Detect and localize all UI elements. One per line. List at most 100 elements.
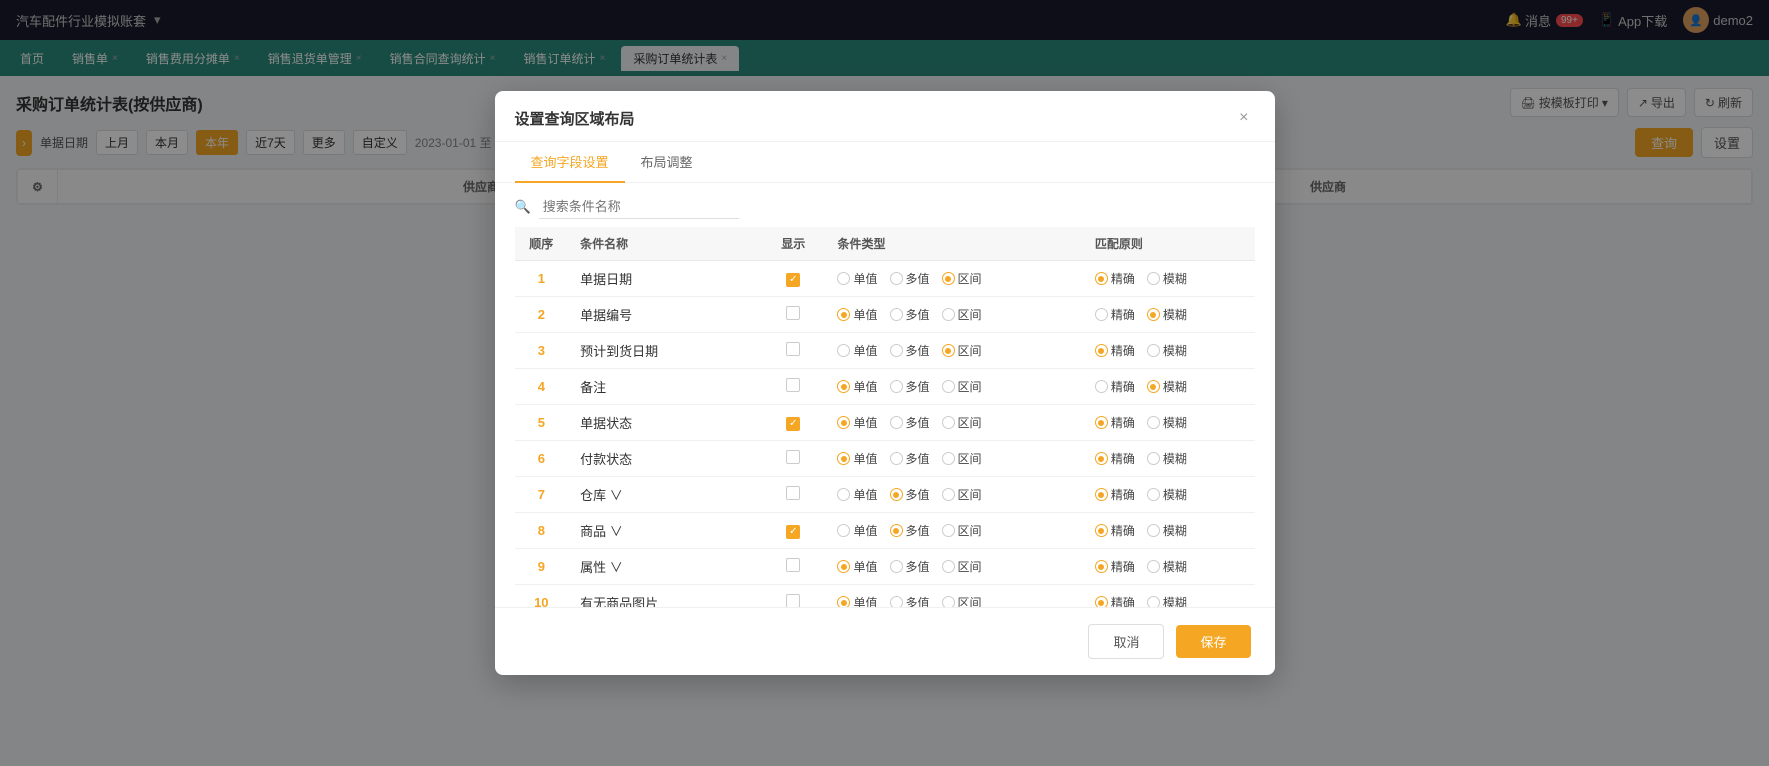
match-radio-精确[interactable]: 精确 xyxy=(1095,342,1135,359)
match-radio-模糊[interactable]: 模糊 xyxy=(1147,486,1187,503)
match-radio-模糊[interactable]: 模糊 xyxy=(1147,450,1187,467)
radio-circle xyxy=(942,524,955,537)
type-radio-单值[interactable]: 单值 xyxy=(837,306,877,323)
match-radio-精确[interactable]: 精确 xyxy=(1095,414,1135,431)
type-radio-区间[interactable]: 区间 xyxy=(942,522,982,539)
search-input[interactable] xyxy=(539,195,739,219)
match-radio-模糊[interactable]: 模糊 xyxy=(1147,378,1187,395)
row-display[interactable]: ✓ xyxy=(761,261,825,297)
type-radio-单值[interactable]: 单值 xyxy=(837,342,877,359)
row-type[interactable]: 单值多值区间 xyxy=(825,585,1082,608)
match-radio-模糊[interactable]: 模糊 xyxy=(1147,342,1187,359)
row-display[interactable]: ✓ xyxy=(761,513,825,549)
type-radio-多值[interactable]: 多值 xyxy=(890,594,930,607)
dialog-table: 顺序 条件名称 显示 条件类型 匹配原则 1单据日期✓单值多值区间精确模糊2单据… xyxy=(515,227,1255,607)
cancel-button[interactable]: 取消 xyxy=(1088,624,1164,659)
type-radio-多值[interactable]: 多值 xyxy=(890,378,930,395)
match-radio-精确[interactable]: 精确 xyxy=(1095,558,1135,575)
row-type[interactable]: 单值多值区间 xyxy=(825,513,1082,549)
row-match[interactable]: 精确模糊 xyxy=(1083,441,1255,477)
row-match[interactable]: 精确模糊 xyxy=(1083,405,1255,441)
type-radio-单值[interactable]: 单值 xyxy=(837,594,877,607)
display-checkbox[interactable] xyxy=(786,558,800,572)
display-checkbox[interactable] xyxy=(786,486,800,500)
match-radio-精确[interactable]: 精确 xyxy=(1095,378,1135,395)
type-radio-单值[interactable]: 单值 xyxy=(837,486,877,503)
match-radio-精确[interactable]: 精确 xyxy=(1095,522,1135,539)
type-radio-多值[interactable]: 多值 xyxy=(890,558,930,575)
type-radio-单值[interactable]: 单值 xyxy=(837,378,877,395)
row-type[interactable]: 单值多值区间 xyxy=(825,261,1082,297)
type-radio-区间[interactable]: 区间 xyxy=(942,342,982,359)
row-display[interactable] xyxy=(761,549,825,585)
match-radio-模糊[interactable]: 模糊 xyxy=(1147,270,1187,287)
row-match[interactable]: 精确模糊 xyxy=(1083,333,1255,369)
display-checkbox[interactable]: ✓ xyxy=(786,417,800,431)
type-radio-多值[interactable]: 多值 xyxy=(890,342,930,359)
dialog-table-wrap: 顺序 条件名称 显示 条件类型 匹配原则 1单据日期✓单值多值区间精确模糊2单据… xyxy=(495,227,1275,607)
display-checkbox[interactable] xyxy=(786,378,800,392)
type-radio-区间[interactable]: 区间 xyxy=(942,378,982,395)
match-radio-模糊[interactable]: 模糊 xyxy=(1147,414,1187,431)
dialog-tab-layout[interactable]: 布局调整 xyxy=(625,142,709,183)
type-radio-单值[interactable]: 单值 xyxy=(837,558,877,575)
display-checkbox[interactable] xyxy=(786,342,800,356)
row-match[interactable]: 精确模糊 xyxy=(1083,585,1255,608)
row-type[interactable]: 单值多值区间 xyxy=(825,333,1082,369)
row-match[interactable]: 精确模糊 xyxy=(1083,369,1255,405)
row-display[interactable] xyxy=(761,297,825,333)
match-radio-精确[interactable]: 精确 xyxy=(1095,450,1135,467)
row-display[interactable] xyxy=(761,477,825,513)
row-match[interactable]: 精确模糊 xyxy=(1083,513,1255,549)
row-display[interactable] xyxy=(761,369,825,405)
match-radio-模糊[interactable]: 模糊 xyxy=(1147,594,1187,607)
type-radio-多值[interactable]: 多值 xyxy=(890,522,930,539)
radio-label: 多值 xyxy=(906,414,930,431)
row-display[interactable]: ✓ xyxy=(761,405,825,441)
row-display[interactable] xyxy=(761,441,825,477)
row-type[interactable]: 单值多值区间 xyxy=(825,441,1082,477)
display-checkbox[interactable] xyxy=(786,594,800,607)
dialog-close-btn[interactable]: × xyxy=(1233,107,1254,129)
match-radio-模糊[interactable]: 模糊 xyxy=(1147,522,1187,539)
type-radio-单值[interactable]: 单值 xyxy=(837,522,877,539)
dialog-tab-fields[interactable]: 查询字段设置 xyxy=(515,142,625,183)
row-type[interactable]: 单值 多值区间 xyxy=(825,405,1082,441)
type-radio-多值[interactable]: 多值 xyxy=(890,414,930,431)
type-radio-区间[interactable]: 区间 xyxy=(942,594,982,607)
type-radio-区间[interactable]: 区间 xyxy=(942,558,982,575)
type-radio-区间[interactable]: 区间 xyxy=(942,450,982,467)
row-display[interactable] xyxy=(761,333,825,369)
match-radio-模糊[interactable]: 模糊 xyxy=(1147,306,1187,323)
match-radio-模糊[interactable]: 模糊 xyxy=(1147,558,1187,575)
row-type[interactable]: 单值多值区间 xyxy=(825,549,1082,585)
type-radio-区间[interactable]: 区间 xyxy=(942,306,982,323)
row-match[interactable]: 精确模糊 xyxy=(1083,477,1255,513)
row-type[interactable]: 单值多值区间 xyxy=(825,297,1082,333)
match-radio-精确[interactable]: 精确 xyxy=(1095,306,1135,323)
type-radio-单值[interactable]: 单值 xyxy=(837,270,877,287)
match-radio-精确[interactable]: 精确 xyxy=(1095,594,1135,607)
type-radio-多值[interactable]: 多值 xyxy=(890,270,930,287)
display-checkbox[interactable] xyxy=(786,450,800,464)
type-radio-区间[interactable]: 区间 xyxy=(942,270,982,287)
match-radio-精确[interactable]: 精确 xyxy=(1095,486,1135,503)
row-type[interactable]: 单值多值区间 xyxy=(825,477,1082,513)
display-checkbox[interactable]: ✓ xyxy=(786,525,800,539)
row-match[interactable]: 精确模糊 xyxy=(1083,261,1255,297)
display-checkbox[interactable] xyxy=(786,306,800,320)
type-radio-区间[interactable]: 区间 xyxy=(942,414,982,431)
match-radio-精确[interactable]: 精确 xyxy=(1095,270,1135,287)
row-match[interactable]: 精确模糊 xyxy=(1083,549,1255,585)
row-match[interactable]: 精确模糊 xyxy=(1083,297,1255,333)
row-type[interactable]: 单值多值区间 xyxy=(825,369,1082,405)
row-display[interactable] xyxy=(761,585,825,608)
type-radio-单值[interactable]: 单值 xyxy=(837,414,877,431)
type-radio-多值[interactable]: 多值 xyxy=(890,450,930,467)
type-radio-多值[interactable]: 多值 xyxy=(890,486,930,503)
display-checkbox[interactable]: ✓ xyxy=(786,273,800,287)
save-button[interactable]: 保存 xyxy=(1176,625,1250,658)
type-radio-单值[interactable]: 单值 xyxy=(837,450,877,467)
type-radio-多值[interactable]: 多值 xyxy=(890,306,930,323)
type-radio-区间[interactable]: 区间 xyxy=(942,486,982,503)
